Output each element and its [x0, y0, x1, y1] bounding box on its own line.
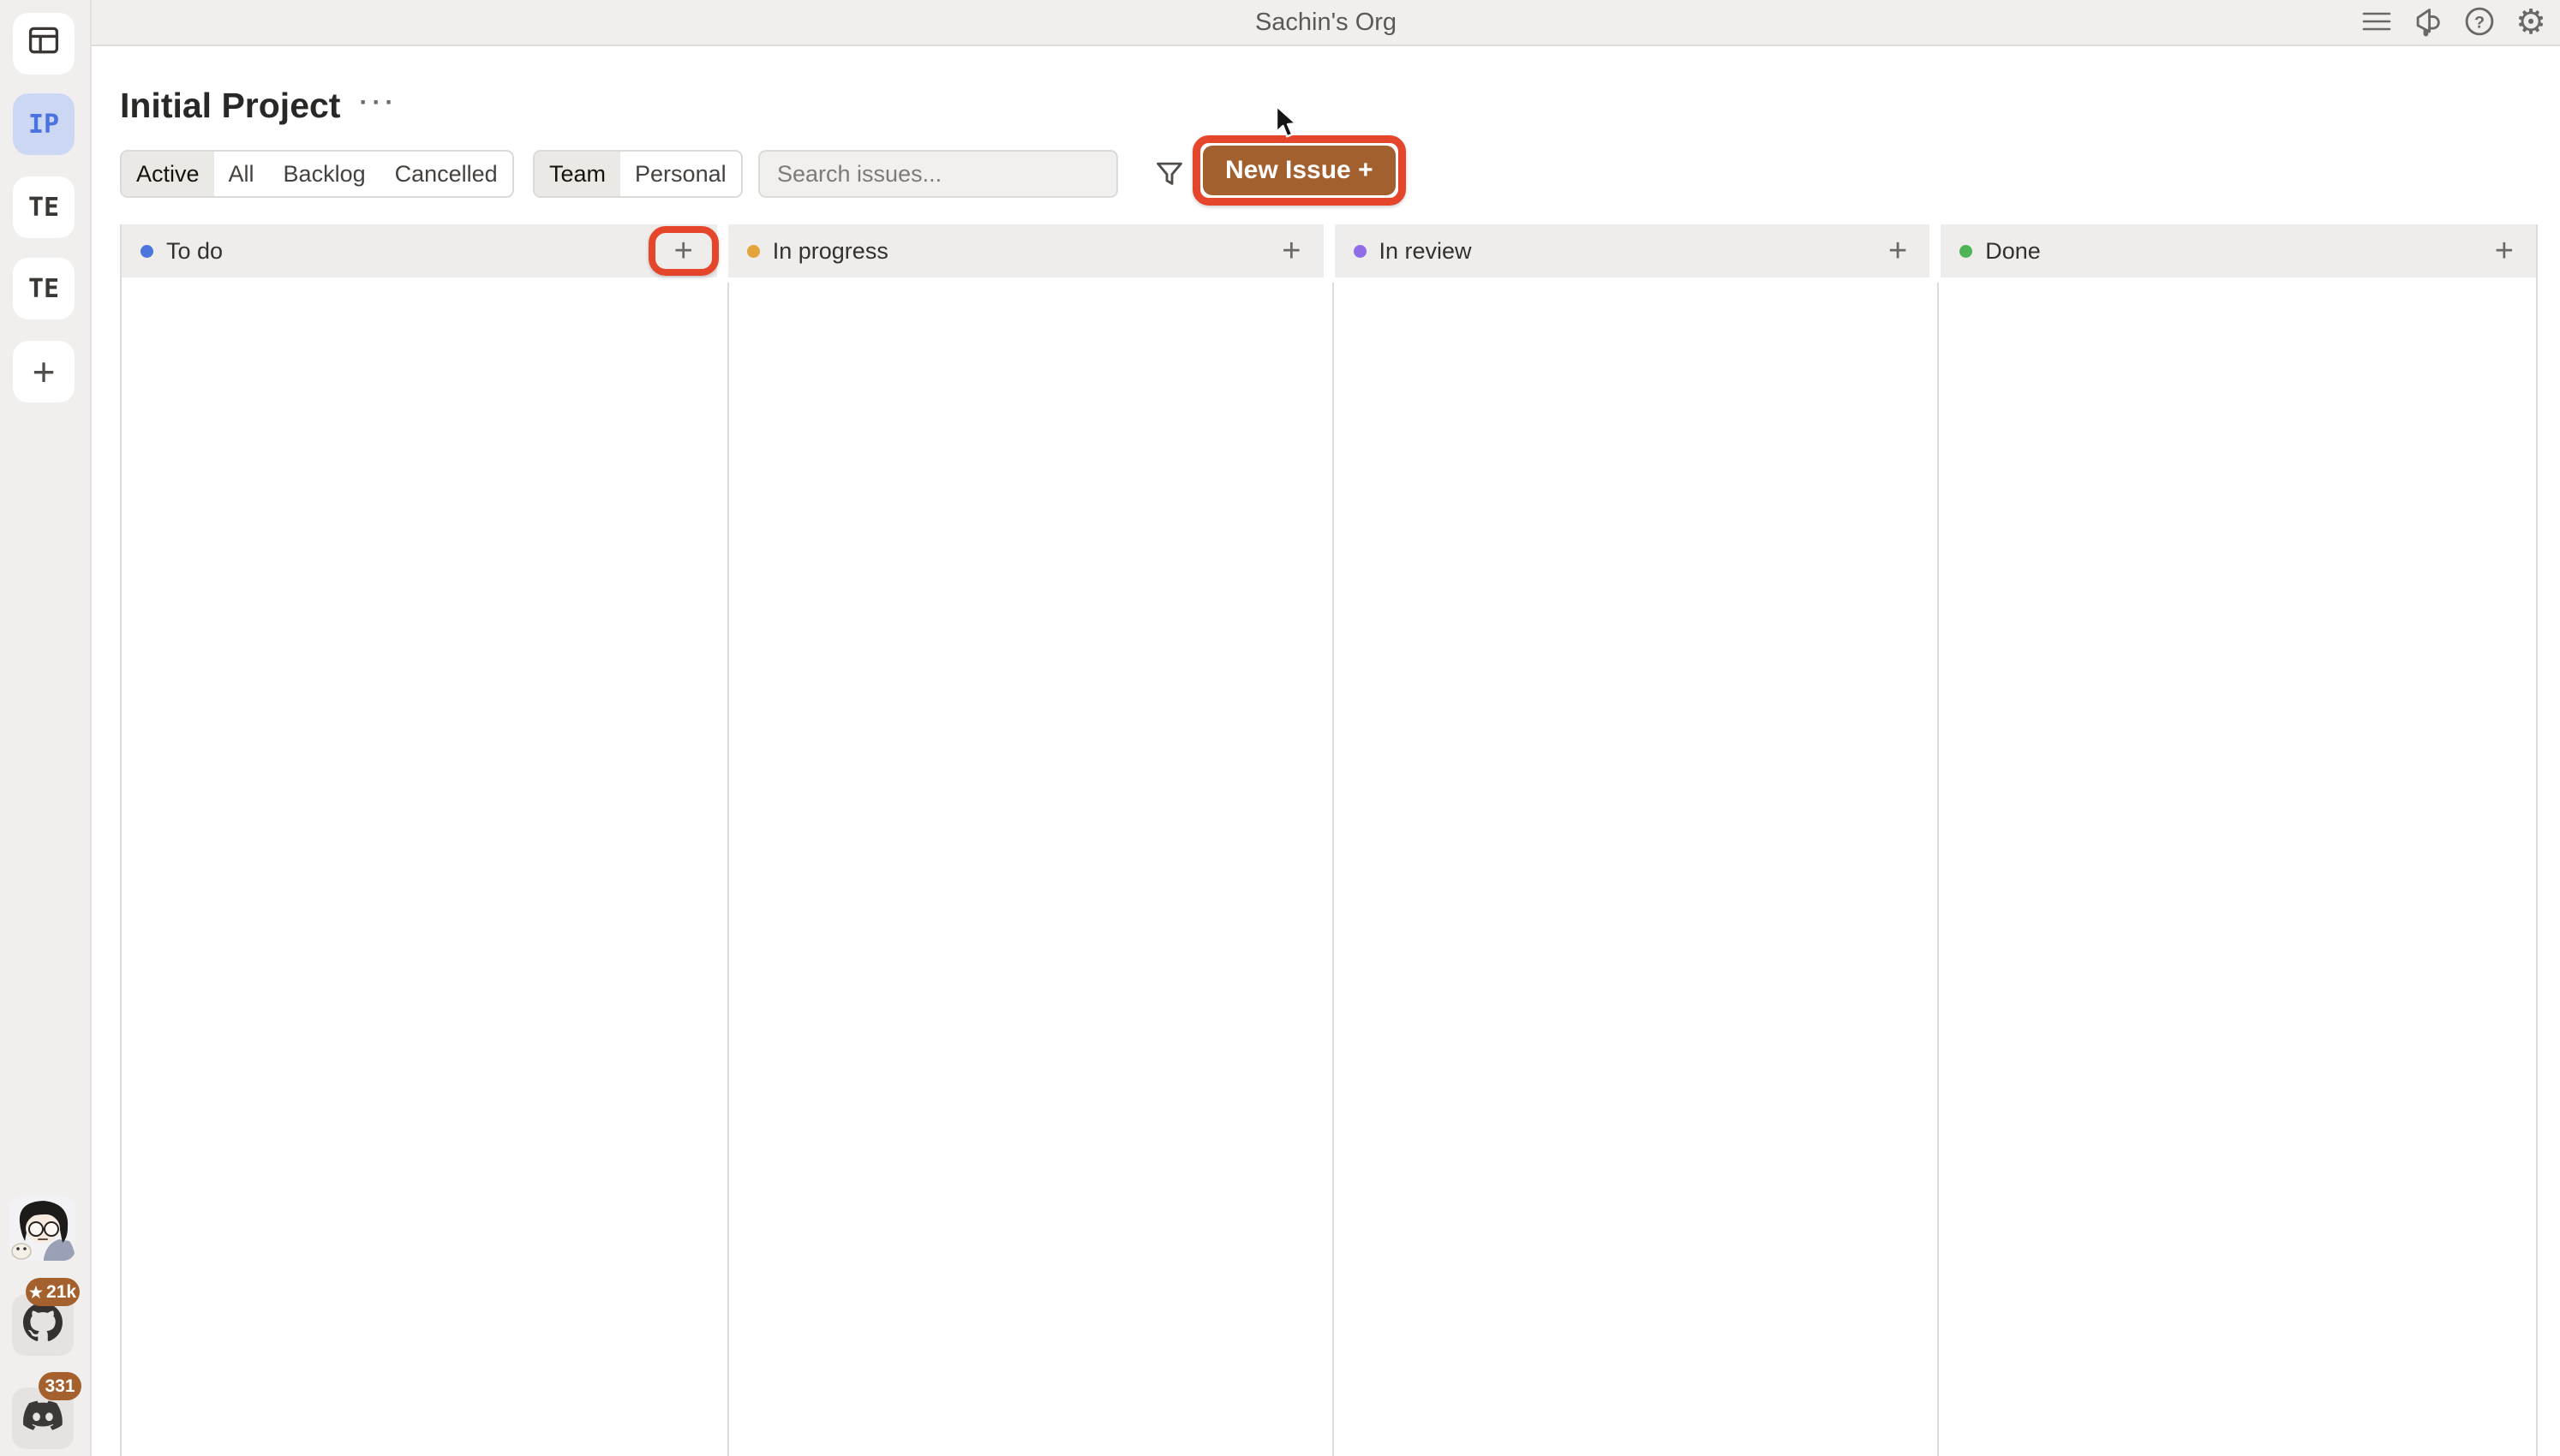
filter-button[interactable]: [1151, 157, 1187, 193]
user-avatar[interactable]: [9, 1196, 75, 1261]
org-title: Sachin's Org: [1255, 9, 1397, 37]
github-stars-count: 21k: [46, 1282, 76, 1303]
tab-cancelled[interactable]: Cancelled: [380, 152, 512, 196]
status-filter-group: Active All Backlog Cancelled: [120, 150, 514, 198]
megaphone-icon: [2412, 5, 2444, 40]
page-head: Initial Project ···: [120, 82, 398, 128]
svg-text:?: ?: [2474, 13, 2485, 32]
column-header-in-progress: In progress +: [728, 224, 1324, 277]
scope-filter-group: Team Personal: [533, 150, 743, 198]
topbar-actions: ? ⚙: [2360, 0, 2548, 45]
board-right-border: [2536, 224, 2538, 1456]
status-dot-todo: [141, 245, 153, 258]
avatar-image: [9, 1196, 75, 1261]
sidebar: IP TE TE + ★ 21k 331: [0, 0, 92, 1456]
sidebar-item-te-2[interactable]: TE: [13, 258, 75, 319]
sidebar-item-te-1[interactable]: TE: [13, 176, 75, 238]
column-label: Done: [1985, 238, 2041, 265]
discord-count: 331: [45, 1376, 75, 1397]
add-issue-todo-button[interactable]: +: [674, 235, 693, 267]
star-icon: ★: [29, 1285, 43, 1300]
menu-button[interactable]: [2360, 5, 2394, 39]
discord-icon: [23, 1400, 63, 1437]
column-separator: [727, 283, 729, 1456]
help-button[interactable]: ?: [2462, 5, 2497, 39]
tab-team[interactable]: Team: [535, 152, 620, 196]
add-issue-done-button[interactable]: +: [2495, 235, 2514, 267]
annotation-ring-new-issue: New Issue +: [1193, 135, 1406, 206]
gear-icon: ⚙: [2515, 5, 2546, 39]
column-separator: [1332, 283, 1334, 1456]
column-label: In progress: [773, 238, 888, 265]
column-label: To do: [166, 238, 223, 265]
column-header-todo: To do +: [122, 224, 717, 277]
search-issues-input[interactable]: [758, 150, 1118, 198]
add-issue-in-progress-button[interactable]: +: [1282, 235, 1301, 267]
column-separator: [1937, 283, 1939, 1456]
add-workspace-button[interactable]: +: [13, 341, 75, 403]
annotation-ring-todo-add: +: [649, 226, 719, 276]
column-header-in-review: In review +: [1335, 224, 1930, 277]
status-dot-done: [1959, 245, 1972, 258]
layout-icon: [26, 22, 62, 65]
settings-button[interactable]: ⚙: [2514, 5, 2548, 39]
project-more-button[interactable]: ···: [359, 82, 398, 120]
add-issue-in-review-button[interactable]: +: [1888, 235, 1907, 267]
column-header-done: Done +: [1941, 224, 2536, 277]
tab-active[interactable]: Active: [122, 152, 214, 196]
github-icon: [23, 1303, 63, 1348]
topbar: Sachin's Org ?: [92, 0, 2560, 46]
status-dot-in-progress: [747, 245, 760, 258]
github-stars-badge: ★ 21k: [26, 1278, 80, 1306]
page-title: Initial Project: [120, 82, 340, 128]
discord-count-badge: 331: [39, 1372, 81, 1400]
tab-personal[interactable]: Personal: [620, 152, 741, 196]
tab-all[interactable]: All: [214, 152, 269, 196]
hamburger-icon: [2361, 9, 2392, 36]
tab-backlog[interactable]: Backlog: [269, 152, 380, 196]
board-header-row: To do + In progress + In review + Done +: [122, 224, 2536, 277]
board-left-border: [120, 224, 122, 1456]
sidebar-item-initial-project[interactable]: IP: [13, 93, 75, 155]
funnel-icon: [1153, 158, 1186, 193]
status-dot-in-review: [1354, 245, 1367, 258]
new-issue-button[interactable]: New Issue +: [1203, 146, 1396, 195]
announcements-button[interactable]: [2411, 5, 2445, 39]
column-label: In review: [1379, 238, 1472, 265]
workspace-switcher-button[interactable]: [13, 13, 75, 75]
help-icon: ?: [2463, 5, 2496, 40]
